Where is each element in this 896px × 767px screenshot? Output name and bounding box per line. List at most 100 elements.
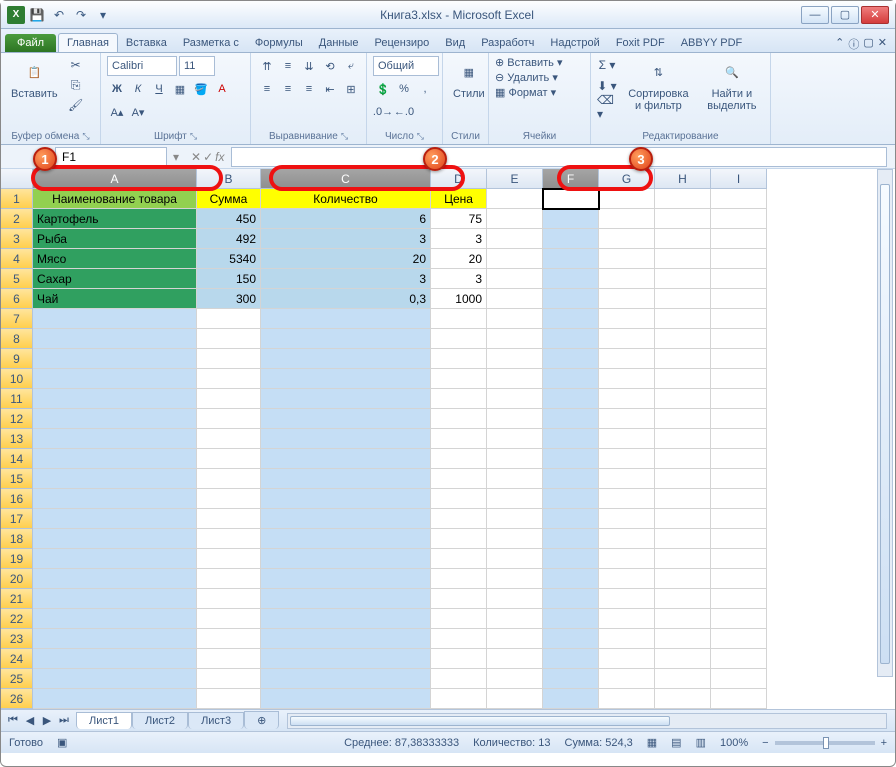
cell[interactable] bbox=[655, 689, 711, 709]
window-restore-icon[interactable]: ▢ bbox=[863, 36, 873, 52]
new-sheet-button[interactable]: ⊕ bbox=[244, 711, 279, 729]
row-header[interactable]: 26 bbox=[1, 689, 33, 709]
cell[interactable] bbox=[711, 389, 767, 409]
cell[interactable] bbox=[33, 469, 197, 489]
cell[interactable] bbox=[487, 549, 543, 569]
tab-view[interactable]: Вид bbox=[437, 34, 473, 52]
row-header[interactable]: 6 bbox=[1, 289, 33, 309]
cell-data[interactable]: Мясо bbox=[33, 249, 197, 269]
cell[interactable] bbox=[431, 549, 487, 569]
cell[interactable] bbox=[599, 349, 655, 369]
cell[interactable] bbox=[197, 349, 261, 369]
cell[interactable] bbox=[33, 649, 197, 669]
cell[interactable] bbox=[655, 469, 711, 489]
cell[interactable] bbox=[543, 309, 599, 329]
cell[interactable] bbox=[543, 229, 599, 249]
cell[interactable] bbox=[33, 329, 197, 349]
cell[interactable] bbox=[33, 429, 197, 449]
cell[interactable] bbox=[197, 609, 261, 629]
cell[interactable] bbox=[33, 449, 197, 469]
row-header[interactable]: 4 bbox=[1, 249, 33, 269]
cell[interactable] bbox=[711, 249, 767, 269]
scroll-thumb[interactable] bbox=[880, 184, 890, 664]
cell[interactable] bbox=[33, 309, 197, 329]
cell[interactable] bbox=[197, 389, 261, 409]
font-name-combo[interactable]: Calibri bbox=[107, 56, 177, 76]
cell-header[interactable]: Наименование товара bbox=[33, 189, 197, 209]
cell[interactable] bbox=[543, 449, 599, 469]
cell[interactable] bbox=[197, 369, 261, 389]
cell[interactable] bbox=[197, 429, 261, 449]
cell[interactable] bbox=[655, 269, 711, 289]
row-header[interactable]: 24 bbox=[1, 649, 33, 669]
cell[interactable] bbox=[487, 469, 543, 489]
cell[interactable] bbox=[431, 509, 487, 529]
cell[interactable] bbox=[33, 389, 197, 409]
cell[interactable] bbox=[655, 569, 711, 589]
cell[interactable] bbox=[599, 269, 655, 289]
cell[interactable] bbox=[543, 549, 599, 569]
cell[interactable] bbox=[431, 569, 487, 589]
cell-data[interactable]: 6 bbox=[261, 209, 431, 229]
cell[interactable] bbox=[711, 589, 767, 609]
cell[interactable] bbox=[487, 689, 543, 709]
col-header-i[interactable]: I bbox=[711, 169, 767, 189]
decrease-font-icon[interactable]: A▾ bbox=[128, 102, 148, 122]
cell[interactable] bbox=[655, 189, 711, 209]
save-icon[interactable]: 💾 bbox=[27, 5, 47, 25]
cell[interactable] bbox=[655, 409, 711, 429]
sheet-tab-3[interactable]: Лист3 bbox=[188, 712, 244, 729]
cell[interactable] bbox=[655, 529, 711, 549]
cell[interactable] bbox=[711, 409, 767, 429]
cell[interactable] bbox=[599, 409, 655, 429]
row-header[interactable]: 1 bbox=[1, 189, 33, 209]
row-header[interactable]: 19 bbox=[1, 549, 33, 569]
cell[interactable] bbox=[599, 569, 655, 589]
cell[interactable] bbox=[197, 469, 261, 489]
align-center-icon[interactable]: ≡ bbox=[278, 79, 298, 99]
row-header[interactable]: 23 bbox=[1, 629, 33, 649]
cell[interactable] bbox=[711, 269, 767, 289]
cell[interactable] bbox=[261, 529, 431, 549]
row-header[interactable]: 14 bbox=[1, 449, 33, 469]
cell[interactable] bbox=[655, 229, 711, 249]
dialog-expand-icon[interactable]: ⤡ bbox=[417, 131, 424, 142]
cell[interactable] bbox=[261, 389, 431, 409]
cell[interactable] bbox=[599, 629, 655, 649]
row-header[interactable]: 9 bbox=[1, 349, 33, 369]
row-header[interactable]: 20 bbox=[1, 569, 33, 589]
bold-button[interactable]: Ж bbox=[107, 79, 127, 99]
file-tab[interactable]: Файл bbox=[5, 34, 56, 52]
font-size-combo[interactable]: 11 bbox=[179, 56, 215, 76]
help-icon[interactable]: ⓘ bbox=[848, 36, 859, 52]
cell[interactable] bbox=[599, 589, 655, 609]
cell[interactable] bbox=[431, 309, 487, 329]
cell[interactable] bbox=[261, 409, 431, 429]
name-box[interactable]: F1 bbox=[55, 147, 167, 167]
view-normal-icon[interactable]: ▦ bbox=[647, 736, 657, 749]
cell[interactable] bbox=[711, 509, 767, 529]
col-header-e[interactable]: E bbox=[487, 169, 543, 189]
maximize-button[interactable]: ▢ bbox=[831, 6, 859, 24]
row-header[interactable]: 10 bbox=[1, 369, 33, 389]
cell[interactable] bbox=[33, 369, 197, 389]
cell[interactable] bbox=[431, 329, 487, 349]
cell[interactable] bbox=[487, 249, 543, 269]
cell[interactable] bbox=[599, 549, 655, 569]
cell[interactable] bbox=[197, 669, 261, 689]
cell[interactable] bbox=[655, 589, 711, 609]
cell[interactable] bbox=[599, 249, 655, 269]
cell[interactable] bbox=[711, 609, 767, 629]
cell[interactable] bbox=[711, 429, 767, 449]
cell[interactable] bbox=[711, 669, 767, 689]
zoom-slider[interactable] bbox=[775, 741, 875, 745]
cell[interactable] bbox=[655, 669, 711, 689]
cell[interactable] bbox=[599, 669, 655, 689]
cell[interactable] bbox=[655, 489, 711, 509]
cell[interactable] bbox=[431, 389, 487, 409]
zoom-level[interactable]: 100% bbox=[720, 737, 748, 749]
cell[interactable] bbox=[431, 629, 487, 649]
format-cells-button[interactable]: ▦ Формат ▾ bbox=[495, 86, 556, 99]
cell[interactable] bbox=[197, 529, 261, 549]
cell[interactable] bbox=[655, 429, 711, 449]
